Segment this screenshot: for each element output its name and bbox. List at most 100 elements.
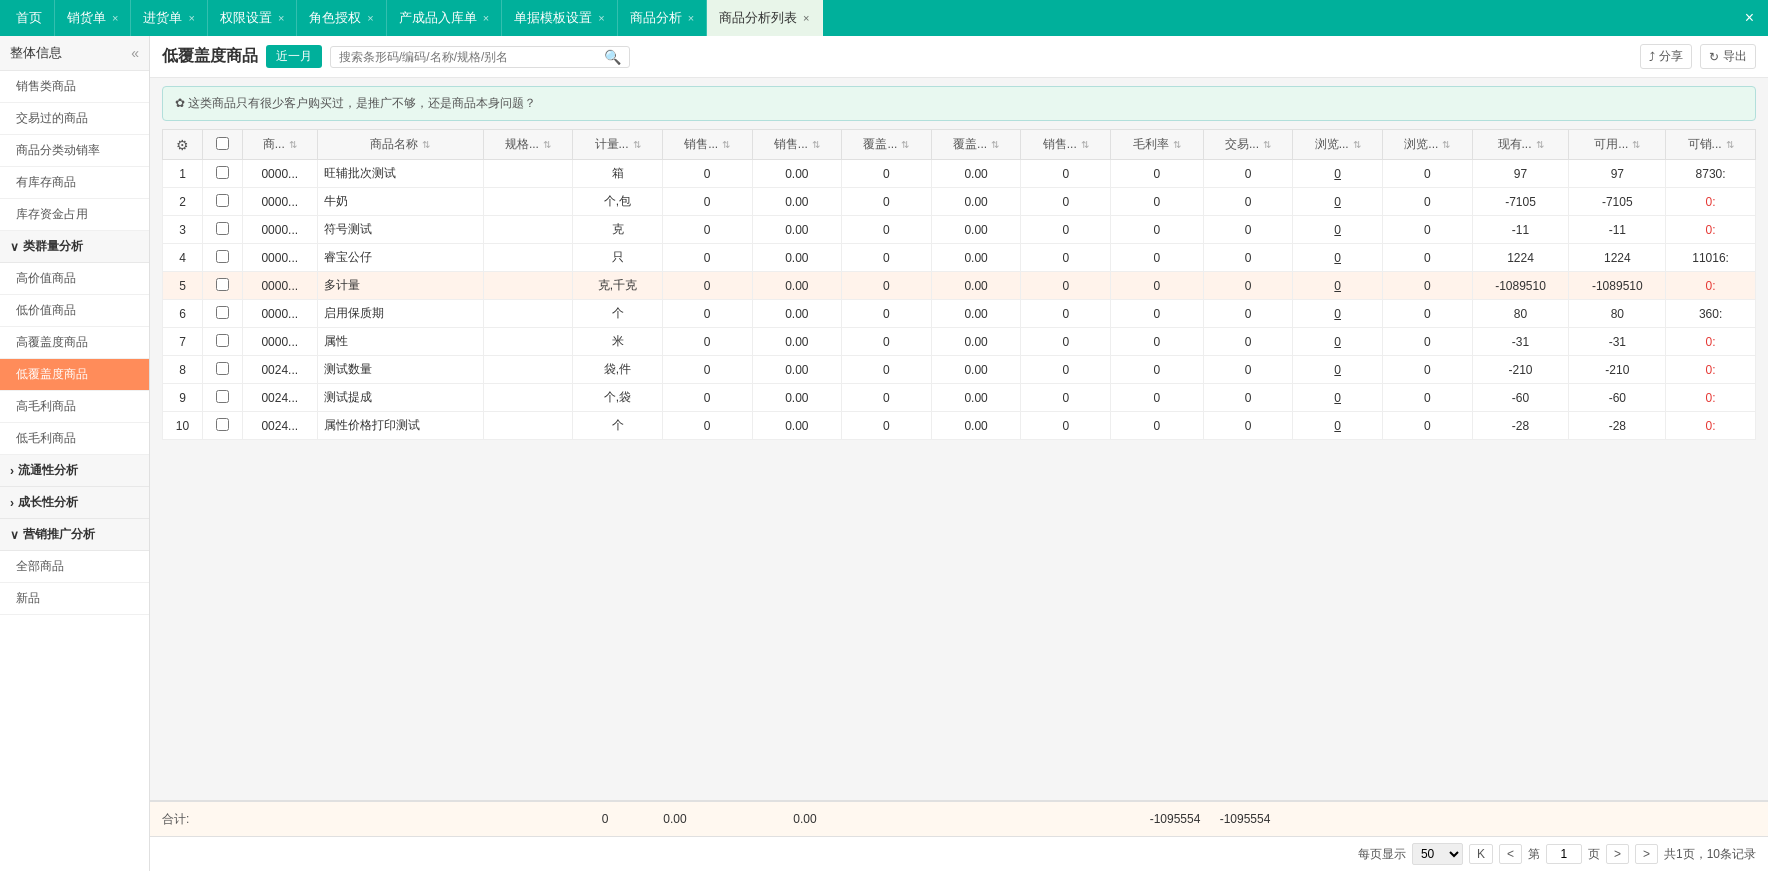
share-button[interactable]: ⤴ 分享	[1640, 44, 1692, 69]
export-icon: ↻	[1709, 50, 1719, 64]
column-spec[interactable]: 规格...⇅	[483, 130, 573, 160]
row-sellable: 11016:	[1666, 244, 1756, 272]
nav-tab-perm[interactable]: 权限设置 ×	[208, 0, 297, 36]
nav-tab-sales[interactable]: 销货单 ×	[55, 0, 131, 36]
row-checkbox[interactable]	[216, 166, 229, 179]
close-icon[interactable]: ×	[278, 12, 284, 24]
sort-icon: ⇅	[1081, 139, 1089, 150]
row-gross-rate: 0	[1111, 160, 1204, 188]
column-sales-c[interactable]: 销售...⇅	[1021, 130, 1111, 160]
row-browse-a: 0	[1293, 384, 1383, 412]
close-icon[interactable]: ×	[598, 12, 604, 24]
row-cov-a: 0	[842, 328, 932, 356]
sidebar-section-marketing[interactable]: ∨ 营销推广分析	[0, 519, 149, 551]
row-checkbox-cell	[203, 244, 242, 272]
close-icon[interactable]: ×	[112, 12, 118, 24]
close-icon[interactable]: ×	[688, 12, 694, 24]
nav-tab-production[interactable]: 产成品入库单 ×	[387, 0, 502, 36]
select-all-checkbox[interactable]	[216, 137, 229, 150]
next-page-button[interactable]: >	[1606, 844, 1629, 864]
table-row: 50000...多计量克,千克00.0000.0000000-1089510-1…	[163, 272, 1756, 300]
sidebar-item-low-profit[interactable]: 低毛利商品	[0, 423, 149, 455]
page-size-select[interactable]: 50 100 200	[1412, 843, 1463, 865]
row-checkbox[interactable]	[216, 306, 229, 319]
column-available-stock[interactable]: 可用...⇅	[1569, 130, 1666, 160]
nav-tab-analysis-list[interactable]: 商品分析列表 ×	[707, 0, 822, 36]
row-unit: 克	[573, 216, 663, 244]
sidebar-item-high-coverage[interactable]: 高覆盖度商品	[0, 327, 149, 359]
row-checkbox[interactable]	[216, 222, 229, 235]
row-trans: 0	[1203, 300, 1293, 328]
row-num: 2	[163, 188, 203, 216]
sidebar-item-low-value[interactable]: 低价值商品	[0, 295, 149, 327]
sidebar-item-in-stock[interactable]: 有库存商品	[0, 167, 149, 199]
row-browse-a: 0	[1293, 188, 1383, 216]
close-all-button[interactable]: ×	[1735, 9, 1764, 27]
row-checkbox[interactable]	[216, 194, 229, 207]
pagination: 每页显示 50 100 200 K < 第 页 > > 共1页，10条记录	[150, 836, 1768, 871]
prev-page-button[interactable]: <	[1499, 844, 1522, 864]
column-checkbox[interactable]	[203, 130, 242, 160]
row-checkbox-cell	[203, 272, 242, 300]
search-input[interactable]	[339, 50, 604, 64]
row-available-stock: -11	[1569, 216, 1666, 244]
row-browse-a: 0	[1293, 412, 1383, 440]
close-icon[interactable]: ×	[803, 12, 809, 24]
sort-icon: ⇅	[991, 139, 999, 150]
sidebar-item-category-rate[interactable]: 商品分类动销率	[0, 135, 149, 167]
sidebar-item-low-coverage[interactable]: 低覆盖度商品	[0, 359, 149, 391]
close-icon[interactable]: ×	[483, 12, 489, 24]
row-current-stock: -1089510	[1472, 272, 1569, 300]
column-unit[interactable]: 计量...⇅	[573, 130, 663, 160]
row-checkbox[interactable]	[216, 334, 229, 347]
sidebar-section-liquidity[interactable]: › 流通性分析	[0, 455, 149, 487]
row-checkbox[interactable]	[216, 250, 229, 263]
sidebar-item-high-value[interactable]: 高价值商品	[0, 263, 149, 295]
last-page-button[interactable]: >	[1635, 844, 1658, 864]
search-icon[interactable]: 🔍	[604, 49, 621, 65]
row-browse-a: 0	[1293, 244, 1383, 272]
nav-tab-analysis[interactable]: 商品分析 ×	[618, 0, 707, 36]
column-sellable[interactable]: 可销...⇅	[1666, 130, 1756, 160]
row-cov-b: 0.00	[931, 244, 1021, 272]
footer-cov-b: 0.00	[770, 808, 840, 830]
nav-tab-home[interactable]: 首页	[4, 0, 55, 36]
nav-tab-role[interactable]: 角色授权 ×	[297, 0, 386, 36]
column-browse-b[interactable]: 浏览...⇅	[1383, 130, 1473, 160]
row-checkbox[interactable]	[216, 418, 229, 431]
row-browse-a: 0	[1293, 328, 1383, 356]
sidebar-item-new-goods[interactable]: 新品	[0, 583, 149, 615]
page-number-input[interactable]	[1546, 844, 1582, 864]
row-checkbox[interactable]	[216, 362, 229, 375]
column-trans[interactable]: 交易...⇅	[1203, 130, 1293, 160]
sidebar-section-group[interactable]: ∨ 类群量分析	[0, 231, 149, 263]
row-checkbox[interactable]	[216, 278, 229, 291]
sidebar-collapse-button[interactable]: «	[131, 45, 139, 61]
first-page-button[interactable]: K	[1469, 844, 1493, 864]
close-icon[interactable]: ×	[188, 12, 194, 24]
column-name[interactable]: 商品名称⇅	[318, 130, 484, 160]
column-current-stock[interactable]: 现有...⇅	[1472, 130, 1569, 160]
row-cov-a: 0	[842, 216, 932, 244]
sidebar-item-stock-capital[interactable]: 库存资金占用	[0, 199, 149, 231]
column-sales-qty[interactable]: 销售...⇅	[662, 130, 752, 160]
sidebar-item-traded-goods[interactable]: 交易过的商品	[0, 103, 149, 135]
sidebar-section-growth[interactable]: › 成长性分析	[0, 487, 149, 519]
date-filter-button[interactable]: 近一月	[266, 45, 322, 68]
nav-tab-purchase[interactable]: 进货单 ×	[131, 0, 207, 36]
sidebar-item-all-goods[interactable]: 全部商品	[0, 551, 149, 583]
column-sales-amt[interactable]: 销售...⇅	[752, 130, 842, 160]
row-spec	[483, 300, 573, 328]
column-gross-rate[interactable]: 毛利率⇅	[1111, 130, 1204, 160]
column-settings[interactable]: ⚙	[163, 130, 203, 160]
column-cov-a[interactable]: 覆盖...⇅	[842, 130, 932, 160]
nav-tab-template[interactable]: 单据模板设置 ×	[502, 0, 617, 36]
sidebar-item-high-profit[interactable]: 高毛利商品	[0, 391, 149, 423]
export-button[interactable]: ↻ 导出	[1700, 44, 1756, 69]
column-cov-b[interactable]: 覆盖...⇅	[931, 130, 1021, 160]
column-code[interactable]: 商...⇅	[242, 130, 318, 160]
close-icon[interactable]: ×	[367, 12, 373, 24]
sidebar-item-sales-goods[interactable]: 销售类商品	[0, 71, 149, 103]
row-checkbox[interactable]	[216, 390, 229, 403]
column-browse-a[interactable]: 浏览...⇅	[1293, 130, 1383, 160]
